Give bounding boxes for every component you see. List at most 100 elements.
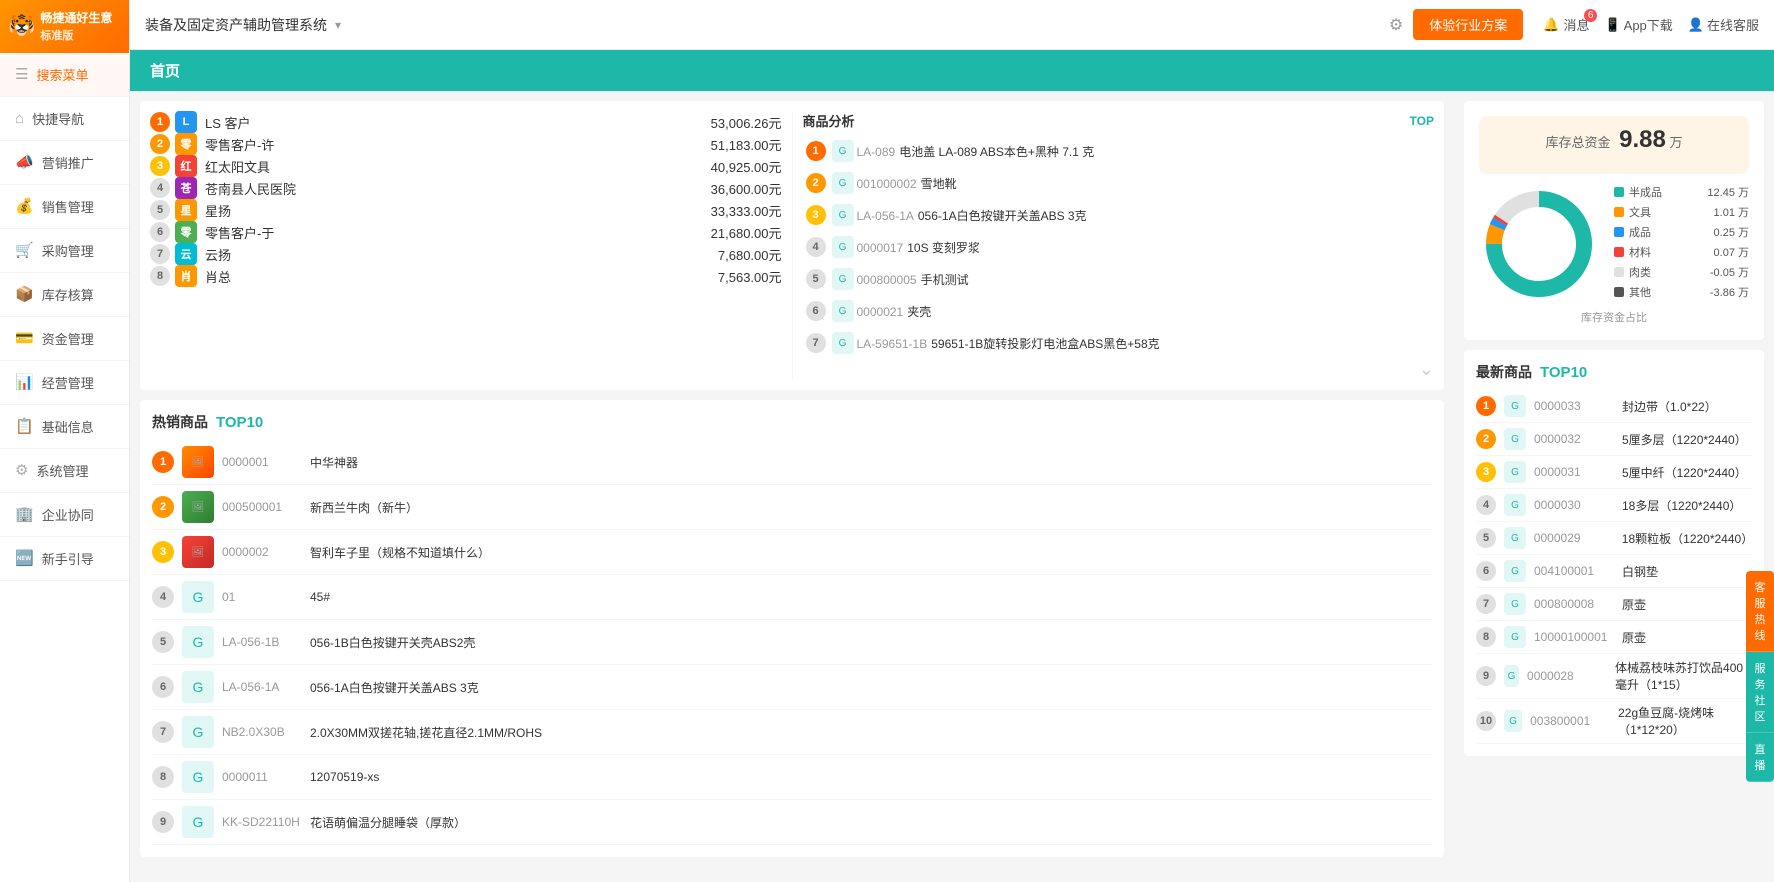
customer-amount: 7,680.00元: [529, 243, 781, 265]
product-icon: G: [1504, 527, 1526, 549]
sidebar-item-search[interactable]: ☰ 搜索菜单: [0, 53, 129, 97]
basic-icon: 📋: [15, 417, 34, 435]
donut-chart-container: 半成品 12.45 万 文具 1.01 万 成品 0.25 万 材料 0.07 …: [1479, 184, 1749, 304]
legend-label-container: 材料: [1614, 244, 1651, 260]
rank-badge: 2: [1476, 429, 1496, 449]
inventory-subtitle: 库存资金占比: [1479, 309, 1749, 325]
customer-amount: 40,925.00元: [529, 155, 781, 177]
legend-dot: [1614, 207, 1624, 217]
hot-product-item: 7 G NB2.0X30B 2.0X30MM双搓花轴,搓花直径2.1MM/ROH…: [152, 710, 1432, 755]
rank-badge: 5: [806, 269, 826, 289]
legend-item: 文具 1.01 万: [1614, 204, 1749, 220]
legend-value: 0.07 万: [1714, 244, 1749, 260]
product-icon: G: [1504, 494, 1526, 516]
rank-badge: 9: [152, 811, 174, 833]
product-icon: G: [1504, 665, 1519, 687]
customer-avatar: 云: [175, 243, 197, 265]
rank-badge: 2: [150, 134, 170, 154]
customer-name: 肖总: [205, 265, 529, 287]
latest-products-list: 1 G 0000033 封边带（1.0*22） 2 G 0000032 5厘多层…: [1476, 390, 1752, 744]
product-name: 中华神器: [310, 454, 358, 471]
sidebar-item-marketing[interactable]: 📣 营销推广: [0, 141, 129, 185]
sidebar-item-inventory[interactable]: 📦 库存核算: [0, 273, 129, 317]
product-icon: G: [1504, 428, 1526, 450]
topbar: 装备及固定资产辅助管理系统 ▾ ⚙ 体验行业方案 🔔 消息 6 📱 App下载 …: [130, 0, 1774, 50]
sidebar-item-label: 基础信息: [42, 417, 94, 436]
product-name: 智利车子里（规格不知道填什么）: [310, 544, 490, 561]
trial-button[interactable]: 体验行业方案: [1413, 9, 1523, 40]
sidebar-item-company[interactable]: 🏢 企业协同: [0, 493, 129, 537]
rank-badge: 6: [150, 222, 170, 242]
sales-icon: 💰: [15, 197, 34, 215]
product-code: 01: [222, 590, 302, 604]
customer-hotline-btn[interactable]: 客服热线: [1746, 571, 1774, 652]
service-community-btn[interactable]: 服务社区: [1746, 652, 1774, 733]
product-info: 000001710S 变刻罗浆: [857, 231, 1435, 263]
sidebar-item-purchase[interactable]: 🛒 采购管理: [0, 229, 129, 273]
hot-product-item: 4 G 01 45#: [152, 575, 1432, 620]
latest-product-item: 9 G 0000028 体械荔枝味苏打饮品400毫升（1*15）: [1476, 654, 1752, 699]
product-name: 花语萌偏温分腿睡袋（厚款）: [310, 814, 466, 831]
rank-badge: 2: [152, 496, 174, 518]
hot-product-item: 2 🖼 000500001 新西兰牛肉（新牛）: [152, 485, 1432, 530]
legend-value: 1.01 万: [1714, 204, 1749, 220]
left-middle-panel: 1 L LS 客户 53,006.26元 2 零 零售客户-许 51,183.0…: [130, 91, 1454, 882]
product-name: 5厘中纤（1220*2440）: [1622, 464, 1747, 481]
product-info: 001000002雪地靴: [857, 167, 1435, 199]
sidebar-item-system[interactable]: ⚙ 系统管理: [0, 449, 129, 493]
customer-service-btn[interactable]: 👤 在线客服: [1688, 15, 1759, 34]
sidebar-item-sales[interactable]: 💰 销售管理: [0, 185, 129, 229]
legend-label: 材料: [1629, 244, 1651, 260]
sidebar-item-label: 采购管理: [42, 241, 94, 260]
operations-icon: 📊: [15, 373, 34, 391]
product-name: 2.0X30MM双搓花轴,搓花直径2.1MM/ROHS: [310, 724, 542, 741]
guide-icon: 🆕: [15, 549, 34, 567]
app-download-btn[interactable]: 📱 App下载: [1604, 15, 1672, 34]
product-icon: G: [832, 332, 854, 354]
inventory-icon: 📦: [15, 285, 34, 303]
product-name: 12070519-xs: [310, 770, 379, 784]
inventory-unit: 万: [1669, 135, 1682, 150]
floating-buttons: 客服热线 服务社区 直播: [1746, 571, 1774, 782]
rankings-container: 1 L LS 客户 53,006.26元 2 零 零售客户-许 51,183.0…: [140, 101, 1444, 390]
product-code: LA-056-1B: [222, 635, 302, 649]
product-icon: G: [832, 236, 854, 258]
finance-icon: 💳: [15, 329, 34, 347]
rank-badge: 1: [806, 141, 826, 161]
latest-product-item: 3 G 0000031 5厘中纤（1220*2440）: [1476, 456, 1752, 489]
product-code: 000800008: [1534, 597, 1614, 611]
inventory-label: 库存总资金: [1546, 135, 1611, 150]
customer-row: 7 云 云扬 7,680.00元: [150, 243, 782, 265]
live-btn[interactable]: 直播: [1746, 733, 1774, 782]
notification-btn[interactable]: 🔔 消息 6: [1543, 15, 1589, 34]
product-name: 5厘多层（1220*2440）: [1622, 431, 1747, 448]
product-icon: G: [832, 172, 854, 194]
product-name: 原壶: [1622, 596, 1646, 613]
sidebar-item-basic[interactable]: 📋 基础信息: [0, 405, 129, 449]
sidebar-item-finance[interactable]: 💳 资金管理: [0, 317, 129, 361]
dropdown-icon[interactable]: ▾: [335, 18, 341, 32]
sidebar-item-label: 企业协同: [42, 505, 94, 524]
phone-icon: 📱: [1604, 17, 1620, 33]
hot-product-item: 3 🖼 0000002 智利车子里（规格不知道填什么）: [152, 530, 1432, 575]
product-icon: G: [1504, 593, 1526, 615]
product-info: 0000021夹壳: [857, 295, 1435, 327]
sidebar-item-quicknav[interactable]: ⌂ 快捷导航: [0, 97, 129, 141]
product-sales-row: 6 G 0000021夹壳: [803, 295, 1435, 327]
donut-chart: [1479, 184, 1599, 304]
customer-row: 5 星 星扬 33,333.00元: [150, 199, 782, 221]
product-code: 0000031: [1534, 465, 1614, 479]
product-code: 0000028: [1527, 669, 1607, 683]
sidebar-item-operations[interactable]: 📊 经营管理: [0, 361, 129, 405]
latest-product-item: 4 G 0000030 18多层（1220*2440）: [1476, 489, 1752, 522]
rank-badge: 7: [152, 721, 174, 743]
legend-dot: [1614, 247, 1624, 257]
sidebar-item-label: 销售管理: [42, 197, 94, 216]
product-name: 18颗粒板（1220*2440）: [1622, 530, 1752, 547]
product-name: 白钢垫: [1622, 563, 1658, 580]
sidebar-item-guide[interactable]: 🆕 新手引导: [0, 537, 129, 581]
product-sales-row: 2 G 001000002雪地靴: [803, 167, 1435, 199]
product-code: NB2.0X30B: [222, 725, 302, 739]
hot-product-item: 8 G 0000011 12070519-xs: [152, 755, 1432, 800]
settings-icon[interactable]: ⚙: [1389, 15, 1403, 35]
